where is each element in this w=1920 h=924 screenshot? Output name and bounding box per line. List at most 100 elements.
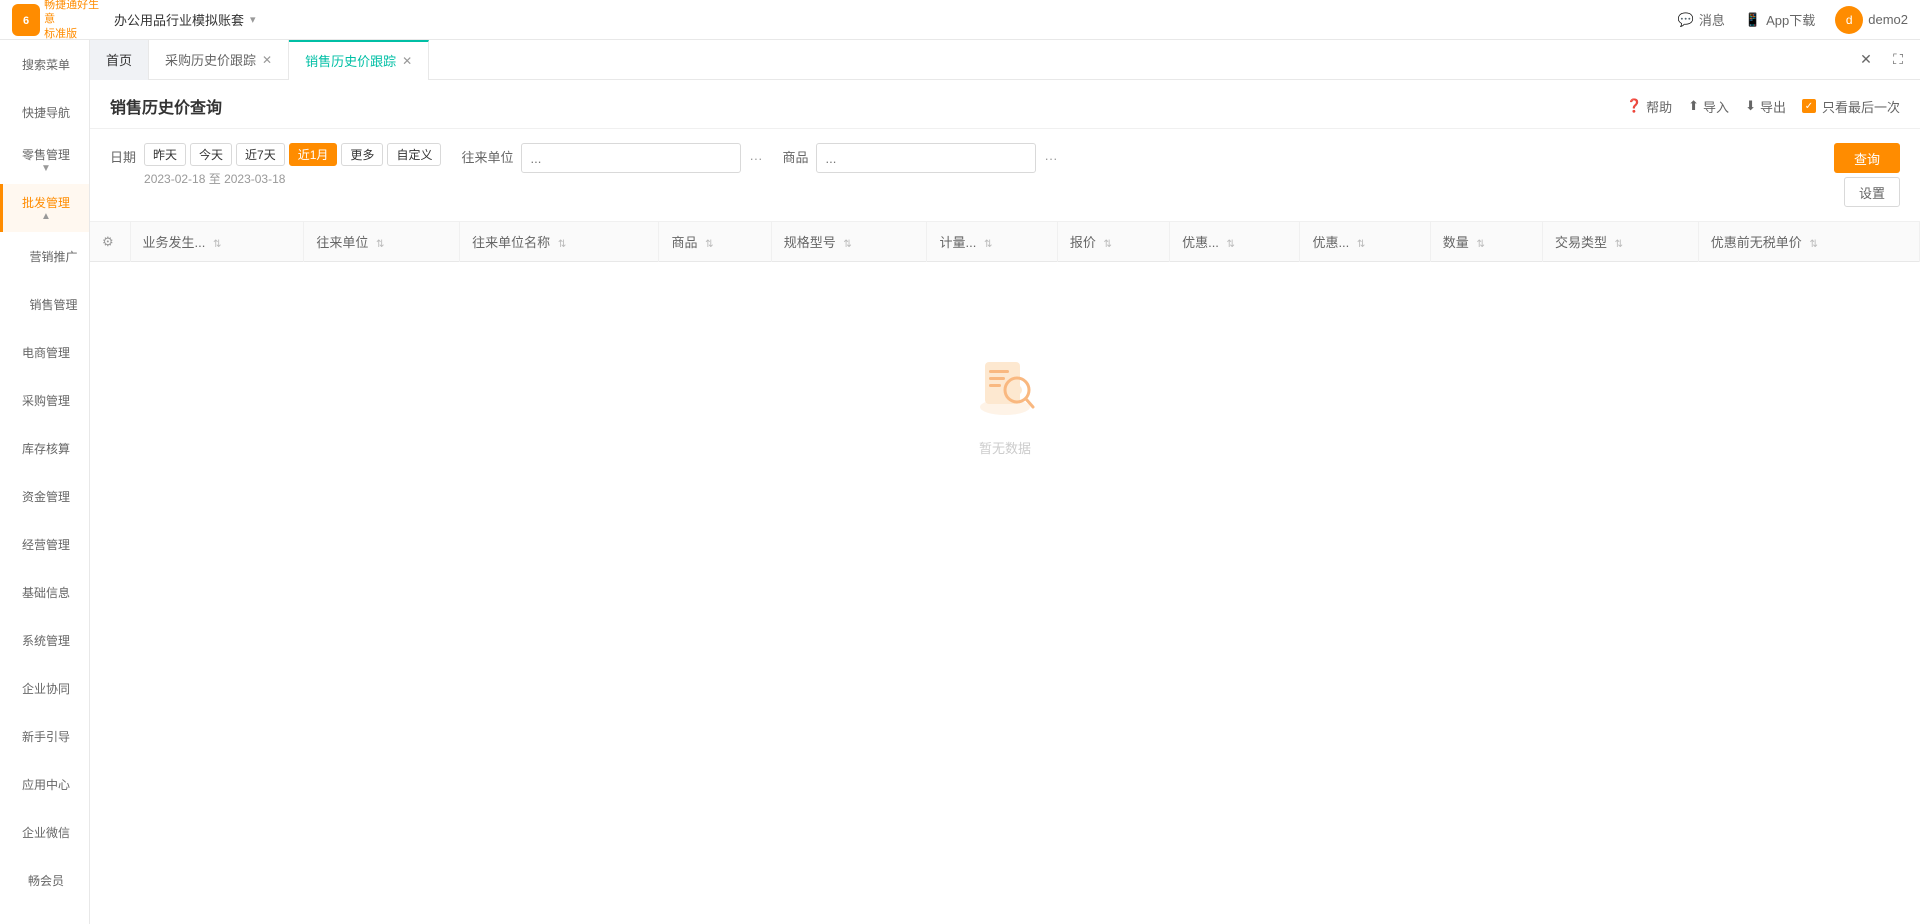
query-button[interactable]: 查询: [1834, 143, 1900, 173]
purchase-history-tab-label: 采购历史价跟踪: [165, 50, 256, 69]
date-filter-group: 日期 昨天 今天 近7天 近1月 更多 自定义 2023-02-18 至 202…: [110, 143, 441, 187]
maximize-button[interactable]: ⛶: [1886, 48, 1910, 72]
tab-bar: 首页 采购历史价跟踪 ✕ 销售历史价跟踪 ✕ ✕ ⛶: [90, 40, 1920, 80]
main-layout: 搜索菜单 快捷导航 零售管理 ▼ 批发管理 ▲ 营销推广 销售管理 电商管理 采…: [0, 40, 1920, 924]
sidebar-item-wholesale-mgmt[interactable]: 批发管理 ▲: [0, 184, 89, 232]
logo-icon: 6: [12, 4, 40, 36]
sidebar-item-vip-member[interactable]: 畅会员: [0, 856, 89, 904]
app-download-button[interactable]: 📱 App下载: [1745, 10, 1815, 29]
sales-history-tab-label: 销售历史价跟踪: [305, 51, 396, 70]
partner-input-group: ···: [521, 143, 762, 173]
th-settings[interactable]: ⚙: [90, 222, 130, 262]
today-btn[interactable]: 今天: [190, 143, 232, 166]
sidebar-label: 畅会员: [28, 872, 64, 889]
product-more-btn[interactable]: ···: [1044, 151, 1057, 166]
more-date-btn[interactable]: 更多: [341, 143, 383, 166]
sort-icon: ⇅: [984, 239, 992, 250]
sidebar-item-finance-mgmt[interactable]: 资金管理: [0, 472, 89, 520]
settings-button[interactable]: 设置: [1844, 177, 1900, 207]
close-purchase-tab-icon[interactable]: ✕: [262, 54, 272, 66]
page-header: 销售历史价查询 ❓ 帮助 ⬆ 导入 ⬇ 导出: [90, 80, 1920, 129]
sidebar-label: 电商管理: [22, 344, 70, 361]
tab-bar-right: ✕ ⛶: [1854, 48, 1910, 72]
sidebar-label: 应用中心: [22, 776, 70, 793]
content-area: 首页 采购历史价跟踪 ✕ 销售历史价跟踪 ✕ ✕ ⛶ 销售历史价查询: [90, 40, 1920, 924]
table-settings-icon[interactable]: ⚙: [102, 234, 114, 249]
sidebar-item-ecommerce-mgmt[interactable]: 电商管理: [0, 328, 89, 376]
sidebar-label: 经营管理: [22, 536, 70, 553]
close-all-tabs-button[interactable]: ✕: [1854, 48, 1878, 72]
sidebar-label: 基础信息: [22, 584, 70, 601]
sidebar-item-basic-info[interactable]: 基础信息: [0, 568, 89, 616]
tab-home[interactable]: 首页: [90, 40, 149, 80]
sidebar-item-system-mgmt[interactable]: 系统管理: [0, 616, 89, 664]
export-icon: ⬇: [1745, 98, 1756, 114]
date-label: 日期: [110, 143, 136, 166]
svg-text:6: 6: [23, 15, 29, 27]
avatar: d: [1835, 6, 1863, 34]
table-header: ⚙ 业务发生... ⇅ 往来单位 ⇅ 往来单位名称: [90, 222, 1920, 262]
top-bar: 6 畅捷通好生意 标准版 办公用品行业模拟账套 ▾ 💬 消息 📱 App下载 d…: [0, 0, 1920, 40]
th-partner-name: 往来单位名称 ⇅: [460, 222, 659, 262]
partner-input[interactable]: [521, 143, 741, 173]
sidebar-label: 采购管理: [22, 392, 70, 409]
sidebar-label: 新手引导: [22, 728, 70, 745]
partner-label: 往来单位: [461, 143, 513, 166]
export-button[interactable]: ⬇ 导出: [1745, 97, 1786, 116]
sidebar-item-retail-mgmt[interactable]: 零售管理 ▼: [0, 136, 89, 184]
sidebar-label: 快捷导航: [22, 104, 70, 121]
sidebar-item-inventory[interactable]: 库存核算: [0, 424, 89, 472]
last1month-btn[interactable]: 近1月: [289, 143, 338, 166]
sort-icon: ⇅: [1103, 239, 1111, 250]
user-avatar[interactable]: d demo2: [1835, 6, 1908, 34]
th-unit: 计量... ⇅: [927, 222, 1057, 262]
empty-icon: [965, 342, 1045, 422]
sort-icon: ⇅: [376, 239, 384, 250]
only-last-checkbox[interactable]: [1802, 99, 1816, 113]
sidebar-item-quick-nav[interactable]: 快捷导航: [0, 88, 89, 136]
th-discount2: 优惠... ⇅: [1300, 222, 1430, 262]
yesterday-btn[interactable]: 昨天: [144, 143, 186, 166]
sidebar-label: 销售管理: [29, 296, 77, 313]
sidebar-label: 资金管理: [22, 488, 70, 505]
sidebar-item-enterprise-collab[interactable]: 企业协同: [0, 664, 89, 712]
help-button[interactable]: ❓ 帮助: [1626, 97, 1672, 116]
company-selector[interactable]: 办公用品行业模拟账套 ▾: [114, 10, 256, 29]
sidebar-item-marketing[interactable]: 营销推广: [0, 232, 89, 280]
product-input-group: ···: [816, 143, 1057, 173]
avatar-initial: d: [1846, 13, 1853, 27]
sidebar-item-app-center[interactable]: 应用中心: [0, 760, 89, 808]
th-partner-code: 往来单位 ⇅: [304, 222, 460, 262]
sidebar-item-search-menu[interactable]: 搜索菜单: [0, 40, 89, 88]
only-last-checkbox-group[interactable]: 只看最后一次: [1802, 97, 1900, 116]
product-label: 商品: [782, 143, 808, 166]
sidebar-label: 库存核算: [22, 440, 70, 457]
sidebar-item-purchase-mgmt[interactable]: 采购管理: [0, 376, 89, 424]
sort-icon: ⇅: [1476, 239, 1484, 250]
th-quote: 报价 ⇅: [1057, 222, 1169, 262]
message-icon: 💬: [1678, 12, 1694, 28]
last7days-btn[interactable]: 近7天: [236, 143, 285, 166]
sort-icon: ⇅: [1615, 239, 1623, 250]
page-content: 销售历史价查询 ❓ 帮助 ⬆ 导入 ⬇ 导出: [90, 80, 1920, 924]
th-qty: 数量 ⇅: [1430, 222, 1542, 262]
sort-icon: ⇅: [705, 239, 713, 250]
sidebar-label: 系统管理: [22, 632, 70, 649]
sidebar: 搜索菜单 快捷导航 零售管理 ▼ 批发管理 ▲ 营销推广 销售管理 电商管理 采…: [0, 40, 90, 924]
close-sales-tab-icon[interactable]: ✕: [402, 55, 412, 67]
sidebar-item-biz-mgmt[interactable]: 经营管理: [0, 520, 89, 568]
tab-purchase-history[interactable]: 采购历史价跟踪 ✕: [149, 40, 289, 80]
sidebar-label: 企业协同: [22, 680, 70, 697]
sidebar-item-beginner-guide[interactable]: 新手引导: [0, 712, 89, 760]
sidebar-label: 零售管理: [22, 146, 70, 163]
import-button[interactable]: ⬆ 导入: [1688, 97, 1729, 116]
product-input[interactable]: [816, 143, 1036, 173]
sidebar-item-sales-mgmt[interactable]: 销售管理: [0, 280, 89, 328]
tab-sales-history[interactable]: 销售历史价跟踪 ✕: [289, 40, 429, 80]
partner-more-btn[interactable]: ···: [749, 151, 762, 166]
th-spec: 规格型号 ⇅: [771, 222, 927, 262]
message-button[interactable]: 💬 消息: [1678, 10, 1725, 29]
help-icon: ❓: [1626, 98, 1642, 114]
sidebar-item-enterprise-wechat[interactable]: 企业微信: [0, 808, 89, 856]
custom-date-btn[interactable]: 自定义: [387, 143, 441, 166]
